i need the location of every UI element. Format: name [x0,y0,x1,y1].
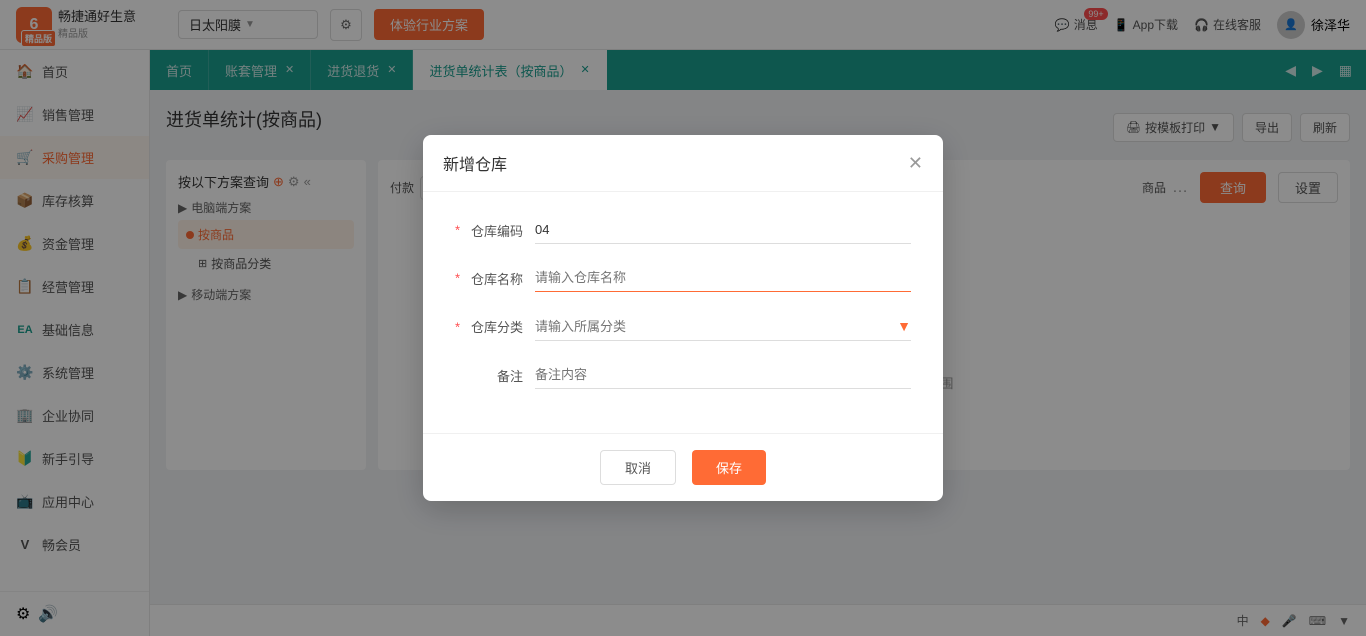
warehouse-code-label: 仓库编码 [455,221,535,240]
remark-label: 备注 [455,366,535,385]
modal-overlay[interactable]: 新增仓库 ✕ 仓库编码 仓库名称 仓库分类 ▼ [0,0,1366,636]
dialog-footer: 取消 保存 [423,433,943,501]
save-button[interactable]: 保存 [692,450,766,485]
warehouse-category-select-wrap: ▼ [535,312,911,341]
cancel-button[interactable]: 取消 [600,450,676,485]
warehouse-category-label: 仓库分类 [455,317,535,336]
warehouse-category-input[interactable] [535,319,897,334]
dialog-close-button[interactable]: ✕ [908,154,923,172]
category-dropdown-icon[interactable]: ▼ [897,318,911,334]
form-row-warehouse-category: 仓库分类 ▼ [455,312,911,341]
form-row-remark: 备注 [455,361,911,389]
warehouse-name-input[interactable] [535,264,911,292]
dialog-title: 新增仓库 [443,151,507,175]
dialog-body: 仓库编码 仓库名称 仓库分类 ▼ 备注 [423,192,943,433]
warehouse-name-label: 仓库名称 [455,269,535,288]
form-row-warehouse-name: 仓库名称 [455,264,911,292]
dialog-header: 新增仓库 ✕ [423,135,943,192]
new-warehouse-dialog: 新增仓库 ✕ 仓库编码 仓库名称 仓库分类 ▼ [423,135,943,501]
remark-input[interactable] [535,361,911,389]
form-row-warehouse-code: 仓库编码 [455,216,911,244]
warehouse-code-input[interactable] [535,216,911,244]
